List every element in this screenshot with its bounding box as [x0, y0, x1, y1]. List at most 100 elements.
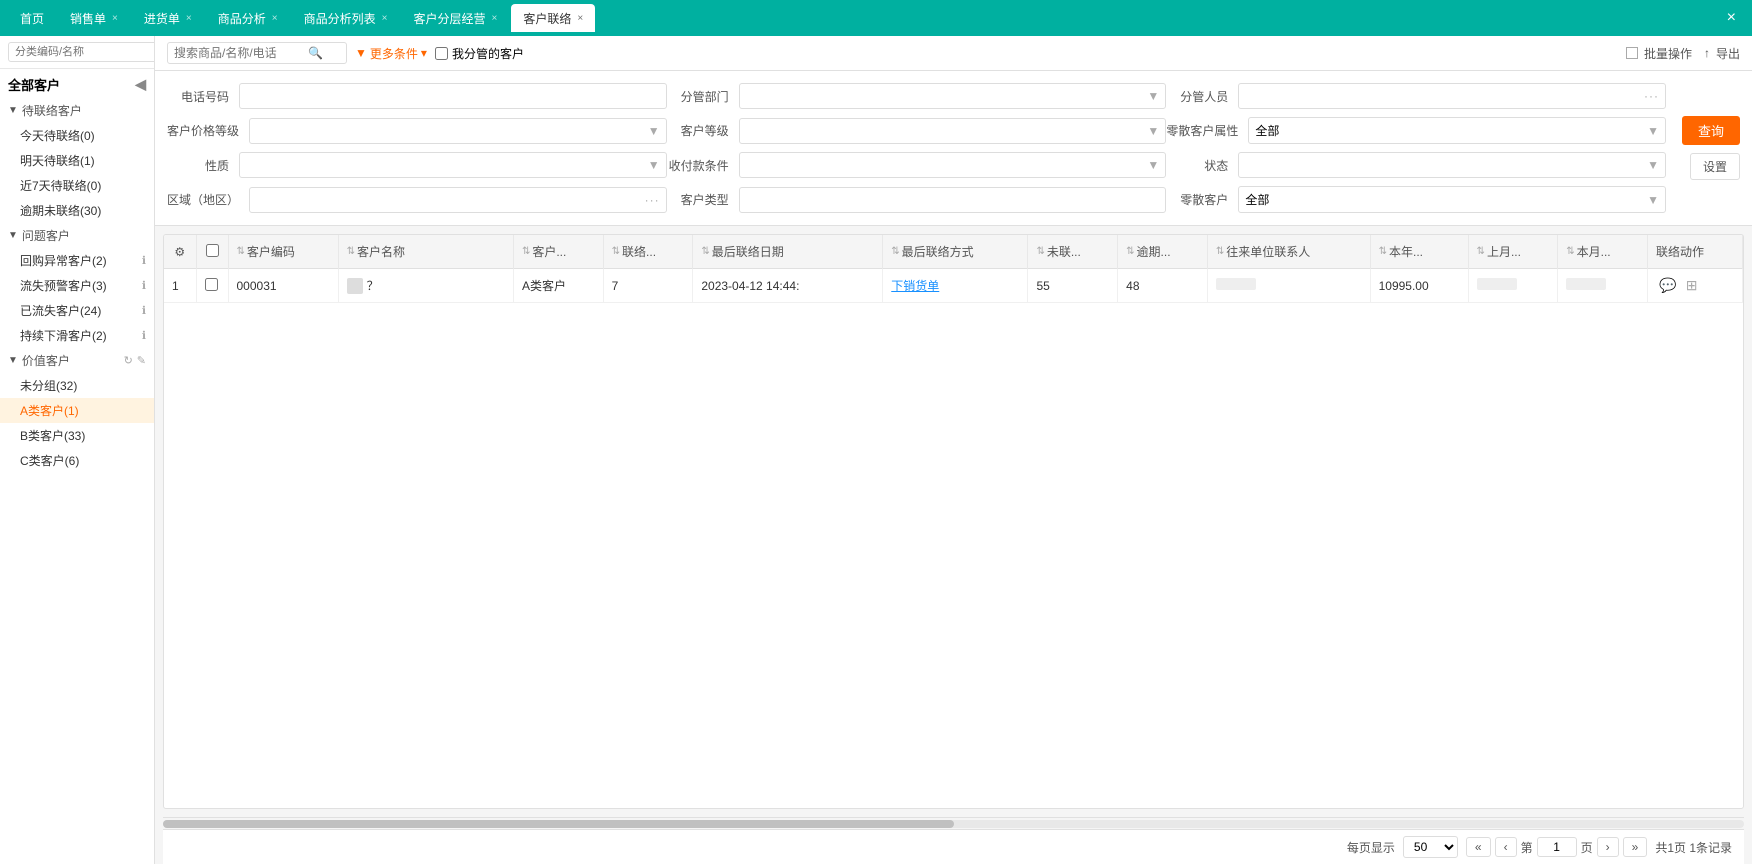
customer-type-input[interactable] — [739, 187, 1167, 213]
region-input[interactable]: ··· — [249, 187, 667, 213]
nav-tab-analysis-list[interactable]: 商品分析列表 × — [292, 4, 400, 32]
nav-tab-purchase[interactable]: 进货单 × — [132, 4, 204, 32]
status-select[interactable]: ▼ — [1238, 152, 1666, 178]
nav-tab-home[interactable]: 首页 — [8, 4, 56, 32]
person-input[interactable]: ··· — [1238, 83, 1666, 109]
gear-icon[interactable]: ⚙ — [174, 245, 185, 259]
sidebar-item-repurchase-abnormal[interactable]: 回购异常客户(2) ℹ — [0, 248, 154, 273]
prev-page-btn[interactable]: ‹ — [1495, 837, 1517, 857]
main-search-icon[interactable]: 🔍 — [308, 46, 323, 60]
retail-attr-label: 零散客户属性 — [1166, 122, 1244, 139]
settings-button[interactable]: 设置 — [1690, 153, 1740, 180]
nav-tab-customer-contact[interactable]: 客户联络 × — [511, 4, 595, 32]
close-all-button[interactable]: × — [1719, 9, 1744, 27]
scrollbar-thumb[interactable] — [163, 820, 954, 828]
sidebar-item-tomorrow[interactable]: 明天待联络(1) — [0, 148, 154, 173]
overdue-value: 48 — [1126, 279, 1139, 293]
phone-input[interactable] — [239, 83, 667, 109]
per-page-select[interactable]: 50 100 200 — [1403, 836, 1458, 858]
sidebar-item-class-b[interactable]: B类客户(33) — [0, 423, 154, 448]
next-page-btn[interactable]: › — [1597, 837, 1619, 857]
customer-level-select[interactable]: ▼ — [739, 118, 1167, 144]
filter-phone: 电话号码 — [167, 79, 667, 113]
batch-ops-btn[interactable]: 批量操作 — [1626, 45, 1692, 62]
sidebar-item-churn-warning[interactable]: 流失预警客户(3) ℹ — [0, 273, 154, 298]
close-customer-segment-icon[interactable]: × — [491, 13, 497, 24]
my-customers-check[interactable] — [435, 47, 448, 60]
close-analysis-icon[interactable]: × — [272, 13, 278, 24]
first-page-btn[interactable]: « — [1466, 837, 1491, 857]
col-this-month-label: 本月... — [1577, 243, 1611, 260]
page-label: 第 — [1521, 839, 1533, 856]
export-btn[interactable]: ↑ 导出 — [1704, 45, 1740, 62]
info-icon-3: ℹ — [142, 304, 146, 317]
filter-row-3: 性质 ▼ 收付款条件 ▼ — [167, 148, 1666, 182]
info-icon-1: ℹ — [142, 254, 146, 267]
more-conditions-btn[interactable]: ▼ 更多条件 ▾ — [355, 45, 427, 62]
sidebar-item-today[interactable]: 今天待联络(0) — [0, 123, 154, 148]
dept-select[interactable]: ▼ — [739, 83, 1167, 109]
problem-customers-title[interactable]: ▼ 问题客户 — [0, 223, 154, 248]
nav-tab-analysis[interactable]: 商品分析 × — [206, 4, 290, 32]
close-sales-icon[interactable]: × — [112, 13, 118, 24]
edit-icon[interactable]: ✎ — [137, 354, 146, 367]
nature-select[interactable]: ▼ — [239, 152, 667, 178]
sidebar-item-7days[interactable]: 近7天待联络(0) — [0, 173, 154, 198]
sidebar-item-churned[interactable]: 已流失客户(24) ℹ — [0, 298, 154, 323]
grid-action-icon[interactable]: ⊞ — [1683, 277, 1701, 293]
pending-contact-section: ▼ 待联络客户 今天待联络(0) 明天待联络(1) 近7天待联络(0) 逾期未联… — [0, 98, 154, 223]
current-page-input[interactable] — [1537, 837, 1577, 857]
value-customers-title[interactable]: ▼ 价值客户 ↻ ✎ — [0, 348, 154, 373]
row-customer-type: A类客户 — [513, 269, 603, 303]
filter-retail-customer: 零散客户 全部 ▼ — [1166, 182, 1666, 217]
region-dots-icon: ··· — [645, 193, 660, 207]
data-table-container: ⚙ ⇅ 客户编码 ⇅ — [163, 234, 1744, 809]
sidebar-item-class-c[interactable]: C类客户(6) — [0, 448, 154, 473]
col-contact-count: ⇅ 联络... — [603, 235, 693, 269]
col-no-contact: ⇅ 未联... — [1028, 235, 1118, 269]
col-customer-name: ⇅ 客户名称 — [338, 235, 513, 269]
last-page-btn[interactable]: » — [1623, 837, 1648, 857]
sidebar-search-input[interactable] — [8, 42, 155, 62]
sidebar: 🔍 全部客户 ◀ ▼ 待联络客户 今天待联络(0) 明天待联络(1) 近7天待联… — [0, 36, 155, 864]
advanced-filter: 电话号码 分管部门 ▼ 分管人员 — [155, 71, 1752, 226]
my-customers-checkbox[interactable]: 我分管的客户 — [435, 45, 524, 62]
col-overdue: ⇅ 逾期... — [1118, 235, 1208, 269]
query-button[interactable]: 查询 — [1682, 116, 1740, 145]
main-search-input[interactable] — [174, 46, 304, 60]
col-sort-icon-5: ⇅ — [701, 246, 709, 257]
refresh-icon[interactable]: ↻ — [124, 354, 133, 367]
sidebar-item-class-a[interactable]: A类客户(1) — [0, 398, 154, 423]
customer-avatar — [347, 278, 363, 294]
close-analysis-list-icon[interactable]: × — [382, 13, 388, 24]
col-last-contact-method: ⇅ 最后联络方式 — [883, 235, 1028, 269]
sidebar-item-overdue[interactable]: 逾期未联络(30) — [0, 198, 154, 223]
sidebar-item-ungrouped[interactable]: 未分组(32) — [0, 373, 154, 398]
col-last-month: ⇅ 上月... — [1468, 235, 1558, 269]
nav-tab-customer-segment[interactable]: 客户分层经营 × — [401, 4, 509, 32]
col-sort-icon-9: ⇅ — [1216, 246, 1224, 257]
select-all-checkbox[interactable] — [206, 244, 219, 257]
payment-select[interactable]: ▼ — [739, 152, 1167, 178]
retail-customer-select[interactable]: 全部 ▼ — [1238, 186, 1666, 213]
chat-action-icon[interactable]: 💬 — [1656, 277, 1679, 293]
col-sort-icon-3: ⇅ — [522, 246, 530, 257]
status-arrow-icon: ▼ — [1647, 158, 1659, 172]
problem-customers-label: 问题客户 — [22, 227, 70, 244]
customer-code-value: 000031 — [237, 279, 277, 293]
col-last-contact-method-label: 最后联络方式 — [902, 243, 974, 260]
pending-contact-title[interactable]: ▼ 待联络客户 — [0, 98, 154, 123]
horizontal-scrollbar[interactable] — [163, 817, 1744, 829]
checkbox-icon — [1626, 47, 1638, 59]
row-checkbox[interactable] — [205, 278, 218, 291]
last-contact-method-value[interactable]: 下销货单 — [891, 279, 939, 293]
payment-label: 收付款条件 — [667, 157, 735, 174]
close-customer-contact-icon[interactable]: × — [577, 13, 583, 24]
sidebar-collapse-icon[interactable]: ◀ — [135, 76, 146, 93]
nav-tab-sales[interactable]: 销售单 × — [58, 4, 130, 32]
sidebar-item-declining[interactable]: 持续下滑客户(2) ℹ — [0, 323, 154, 348]
close-purchase-icon[interactable]: × — [186, 13, 192, 24]
price-level-select[interactable]: ▼ — [249, 118, 667, 144]
filter-dept: 分管部门 ▼ — [667, 79, 1167, 113]
retail-attr-select[interactable]: 全部 ▼ — [1248, 117, 1666, 144]
